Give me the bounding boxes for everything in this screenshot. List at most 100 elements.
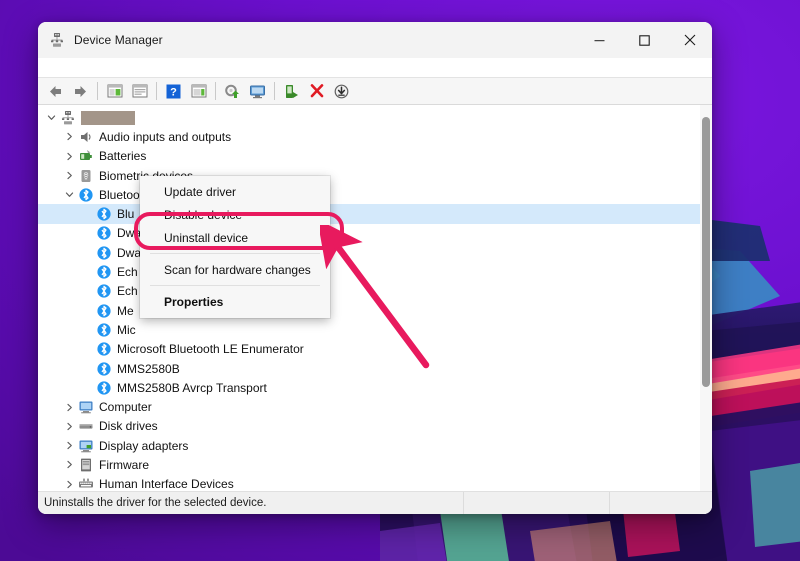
help-icon: ? <box>166 84 181 99</box>
context-menu[interactable]: Update driverDisable deviceUninstall dev… <box>140 176 330 318</box>
tree-row[interactable]: Display adapters <box>38 436 700 455</box>
forward-button[interactable] <box>68 79 93 103</box>
chevron-down-icon[interactable] <box>62 185 77 204</box>
biometric-icon <box>77 167 94 184</box>
tree-row-label: Me <box>117 304 134 318</box>
tree-row[interactable]: MMS2580B Avrcp Transport <box>38 378 700 397</box>
maximize-button[interactable] <box>622 22 667 58</box>
tree-row[interactable]: Microsoft Bluetooth LE Enumerator <box>38 340 700 359</box>
tree-row[interactable]: Blu <box>38 204 700 223</box>
tree-row-label: Ech <box>117 265 138 279</box>
properties-button[interactable] <box>102 79 127 103</box>
view-icon <box>132 84 148 98</box>
download-arrow-icon <box>334 84 349 99</box>
titlebar-left: Device Manager <box>38 32 163 48</box>
window-controls <box>577 22 712 58</box>
tree-root-row[interactable] <box>38 108 700 127</box>
help-button[interactable]: ? <box>161 79 186 103</box>
back-button[interactable] <box>43 79 68 103</box>
download-button[interactable] <box>329 79 354 103</box>
chevron-right-icon[interactable] <box>62 166 77 185</box>
tree-row[interactable]: Me <box>38 301 700 320</box>
enable-device-button[interactable] <box>279 79 304 103</box>
tree-row-label: Display adapters <box>99 439 188 453</box>
context-menu-separator <box>150 253 320 254</box>
context-menu-item[interactable]: Disable device <box>140 203 330 226</box>
chevron-placeholder <box>80 282 95 301</box>
device-tree[interactable]: Audio inputs and outputs Batteries Biometr… <box>38 105 700 491</box>
chevron-placeholder <box>80 320 95 339</box>
close-button[interactable] <box>667 22 712 58</box>
tree-row[interactable]: Audio inputs and outputs <box>38 127 700 146</box>
scrollbar-thumb[interactable] <box>702 117 710 387</box>
chevron-placeholder <box>80 224 95 243</box>
tree-row-label: Computer <box>99 400 152 414</box>
toolbar-separator <box>215 82 216 100</box>
bluetooth-device-icon <box>95 283 112 300</box>
tree-row-label: Dwa <box>117 246 141 260</box>
status-cell-3 <box>609 492 712 514</box>
computer-icon <box>77 399 94 416</box>
tree-row-label: Human Interface Devices <box>99 477 234 491</box>
computer-root-icon <box>59 109 76 126</box>
redacted-computer-name <box>81 111 135 125</box>
tree-row[interactable]: MMS2580B <box>38 359 700 378</box>
minimize-button[interactable] <box>577 22 622 58</box>
tree-row[interactable]: Computer <box>38 397 700 416</box>
tree-row[interactable]: Firmware <box>38 455 700 474</box>
update-driver-button[interactable] <box>220 79 245 103</box>
tree-row-label: Firmware <box>99 458 149 472</box>
scan-hardware-button[interactable] <box>245 79 270 103</box>
tree-row[interactable]: Biometric devices <box>38 166 700 185</box>
close-icon <box>684 34 696 46</box>
chevron-placeholder <box>80 243 95 262</box>
chevron-right-icon[interactable] <box>62 398 77 417</box>
chevron-right-icon[interactable] <box>62 475 77 491</box>
uninstall-device-button[interactable] <box>304 79 329 103</box>
bluetooth-device-icon <box>95 264 112 281</box>
tree-row[interactable]: Dwa <box>38 224 700 243</box>
tree-row-label: Batteries <box>99 149 146 163</box>
show-hidden-button[interactable] <box>186 79 211 103</box>
chevron-down-icon[interactable] <box>44 108 59 127</box>
bluetooth-device-icon <box>95 341 112 358</box>
tree-row[interactable]: Batteries <box>38 147 700 166</box>
tree-row-label: Microsoft Bluetooth LE Enumerator <box>117 342 304 356</box>
chevron-placeholder <box>80 359 95 378</box>
context-menu-item[interactable]: Update driver <box>140 180 330 203</box>
chevron-right-icon[interactable] <box>62 147 77 166</box>
chevron-right-icon[interactable] <box>62 127 77 146</box>
chevron-right-icon[interactable] <box>62 417 77 436</box>
toolbar: ? <box>38 78 712 105</box>
tree-row[interactable]: Mic <box>38 320 700 339</box>
red-x-icon <box>310 84 324 98</box>
speaker-icon <box>77 128 94 145</box>
chevron-right-icon[interactable] <box>62 436 77 455</box>
tree-row[interactable]: Human Interface Devices <box>38 475 700 491</box>
context-menu-item[interactable]: Scan for hardware changes <box>140 258 330 281</box>
left-arrow-icon <box>47 84 64 99</box>
hid-icon <box>77 476 94 491</box>
context-menu-item[interactable]: Properties <box>140 290 330 313</box>
right-arrow-icon <box>72 84 89 99</box>
tree-row[interactable]: Ech <box>38 262 700 281</box>
view-button[interactable] <box>127 79 152 103</box>
disk-drive-icon <box>77 418 94 435</box>
context-menu-item[interactable]: Uninstall device <box>140 226 330 249</box>
display-adapter-icon <box>77 437 94 454</box>
minimize-icon <box>594 35 605 46</box>
chevron-placeholder <box>80 340 95 359</box>
menu-bar[interactable] <box>38 58 712 78</box>
tree-row[interactable]: Dwa <box>38 243 700 262</box>
tree-row[interactable]: Ech <box>38 282 700 301</box>
svg-text:?: ? <box>170 86 177 98</box>
tree-row-label: Mic <box>117 323 136 337</box>
vertical-scrollbar[interactable] <box>700 105 712 491</box>
chevron-right-icon[interactable] <box>62 455 77 474</box>
chevron-placeholder <box>80 263 95 282</box>
bluetooth-device-icon <box>95 321 112 338</box>
window-titlebar: Device Manager <box>38 22 712 58</box>
tree-row[interactable]: Bluetooth <box>38 185 700 204</box>
tree-row[interactable]: Disk drives <box>38 417 700 436</box>
toolbar-separator <box>97 82 98 100</box>
